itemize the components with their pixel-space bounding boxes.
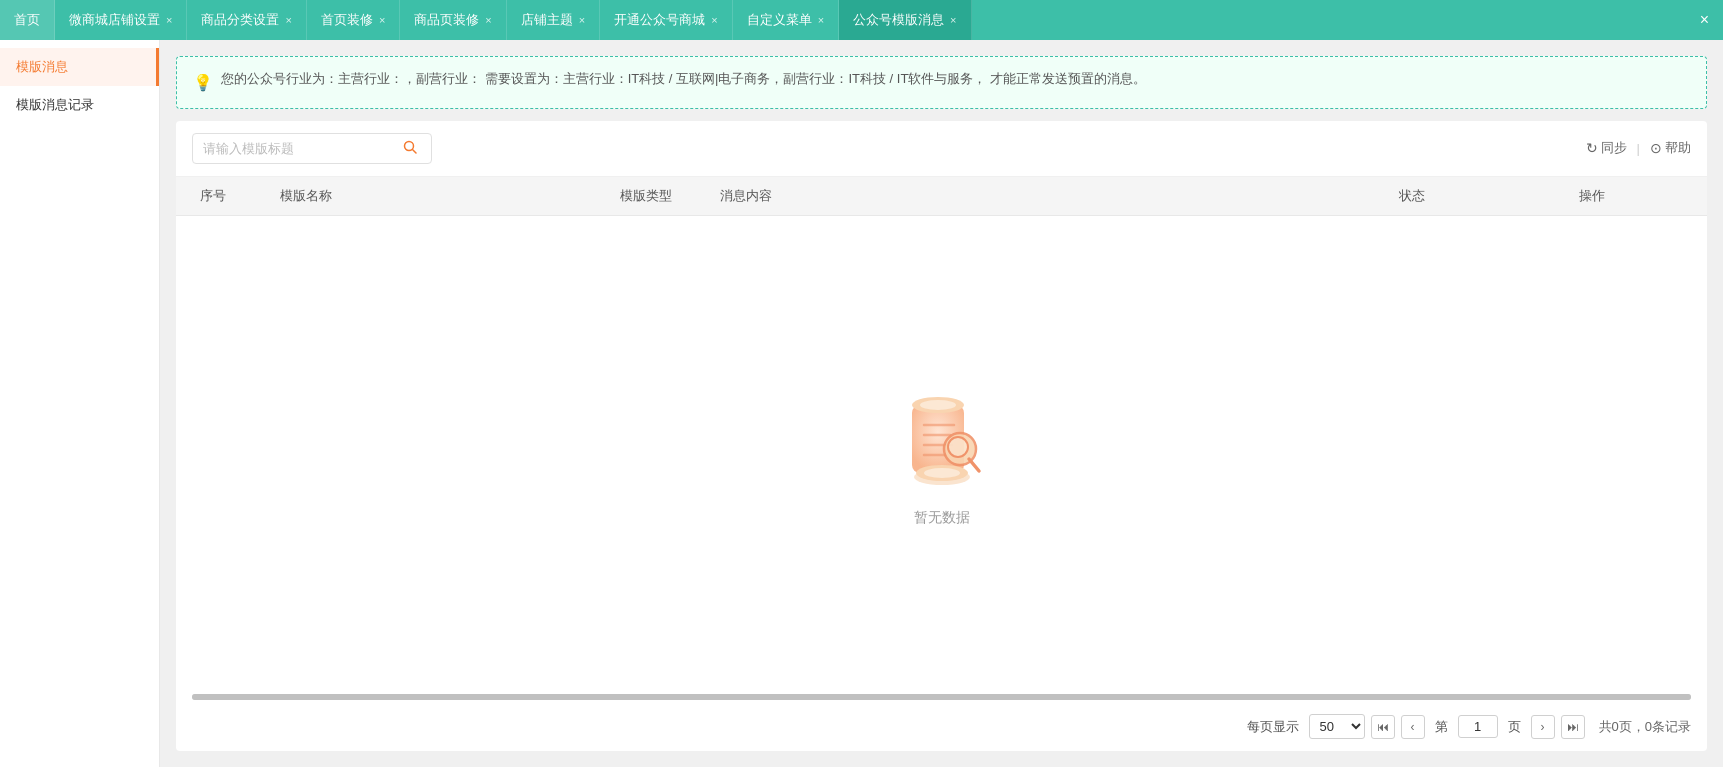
col-header-actions: 操作 [1571, 177, 1691, 215]
toolbar-right: ↻ 同步 | ⊙ 帮助 [1586, 139, 1691, 157]
search-area [192, 133, 432, 164]
help-button[interactable]: ⊙ 帮助 [1650, 139, 1691, 157]
per-page-label: 每页显示 [1247, 718, 1299, 736]
svg-point-13 [948, 437, 968, 457]
svg-point-5 [920, 400, 956, 410]
prev-page-button[interactable]: ‹ [1401, 715, 1425, 739]
col-header-name: 模版名称 [272, 177, 612, 215]
nav-tab-category-settings-close[interactable]: × [285, 14, 291, 26]
nav-tab-custom-menu[interactable]: 自定义菜单 × [733, 0, 839, 40]
sidebar-item-template-message-log-label: 模版消息记录 [16, 97, 94, 112]
nav-tab-home-label: 首页 [14, 11, 40, 29]
search-icon [403, 140, 417, 154]
top-navigation: 首页 微商城店铺设置 × 商品分类设置 × 首页装修 × 商品页装修 × 店铺主… [0, 0, 1723, 40]
nav-tab-custom-menu-close[interactable]: × [818, 14, 824, 26]
help-label: 帮助 [1665, 139, 1691, 157]
svg-line-14 [969, 459, 979, 471]
nav-tab-product-decoration[interactable]: 商品页装修 × [400, 0, 506, 40]
sync-button[interactable]: ↻ 同步 [1586, 139, 1627, 157]
page-input[interactable] [1458, 715, 1498, 738]
col-header-status: 状态 [1391, 177, 1571, 215]
nav-tab-template-message-label: 公众号模版消息 [853, 11, 944, 29]
nav-tab-store-theme[interactable]: 店铺主题 × [507, 0, 600, 40]
search-button[interactable] [393, 134, 427, 163]
nav-tab-template-message[interactable]: 公众号模版消息 × [839, 0, 971, 40]
nav-tab-homepage-decoration-label: 首页装修 [321, 11, 373, 29]
nav-tab-open-mall-label: 开通公众号商城 [614, 11, 705, 29]
col-header-index: 序号 [192, 177, 272, 215]
nav-tab-category-settings[interactable]: 商品分类设置 × [187, 0, 306, 40]
notice-icon: 💡 [193, 70, 213, 96]
notice-box: 💡 您的公众号行业为：主营行业：，副营行业： 需要设置为：主营行业：IT科技 /… [176, 56, 1707, 109]
sidebar-item-template-message-log[interactable]: 模版消息记录 [0, 86, 159, 124]
horizontal-scrollbar[interactable] [192, 694, 1691, 700]
nav-tab-template-message-close[interactable]: × [950, 14, 956, 26]
toolbar: ↻ 同步 | ⊙ 帮助 [176, 121, 1707, 177]
page-label: 第 [1435, 718, 1448, 736]
scrollbar-area [176, 688, 1707, 706]
main-layout: 模版消息 模版消息记录 💡 您的公众号行业为：主营行业：，副营行业： 需要设置为… [0, 40, 1723, 767]
search-input[interactable] [193, 135, 393, 162]
scrollbar-thumb [192, 694, 1691, 700]
sync-label: 同步 [1601, 139, 1627, 157]
notice-text-before: 您的公众号行业为：主营行业：，副营行业： [221, 71, 481, 86]
notice-text-highlight: 需要设置为：主营行业：IT科技 / 互联网|电子商务，副营行业：IT科技 / I… [485, 71, 987, 86]
sync-icon: ↻ [1586, 140, 1598, 156]
nav-tab-product-decoration-close[interactable]: × [485, 14, 491, 26]
next-page-button[interactable]: › [1531, 715, 1555, 739]
nav-tab-homepage-decoration[interactable]: 首页装修 × [307, 0, 400, 40]
close-all-tabs-button[interactable]: × [1686, 11, 1723, 29]
nav-tab-shop-settings-label: 微商城店铺设置 [69, 11, 160, 29]
last-page-button[interactable]: ⏭ [1561, 715, 1585, 739]
page-suffix: 页 [1508, 718, 1521, 736]
col-header-content: 消息内容 [712, 177, 1391, 215]
nav-tab-custom-menu-label: 自定义菜单 [747, 11, 812, 29]
nav-tab-product-decoration-label: 商品页装修 [414, 11, 479, 29]
nav-tab-open-mall[interactable]: 开通公众号商城 × [600, 0, 732, 40]
nav-tab-store-theme-label: 店铺主题 [521, 11, 573, 29]
nav-tab-shop-settings-close[interactable]: × [166, 14, 172, 26]
nav-tab-store-theme-close[interactable]: × [579, 14, 585, 26]
main-content: 💡 您的公众号行业为：主营行业：，副营行业： 需要设置为：主营行业：IT科技 /… [160, 40, 1723, 767]
per-page-select[interactable]: 50 10 20 100 [1309, 714, 1365, 739]
empty-state: 暂无数据 [176, 216, 1707, 688]
content-card: ↻ 同步 | ⊙ 帮助 序号 模版名称 模版类型 消息内容 状态 操作 [176, 121, 1707, 751]
pagination: 每页显示 50 10 20 100 ⏮ ‹ 第 页 › ⏭ 共0页，0条记录 [176, 706, 1707, 751]
col-header-type: 模版类型 [612, 177, 712, 215]
svg-point-7 [924, 468, 960, 478]
total-info: 共0页，0条记录 [1599, 718, 1691, 736]
notice-text: 您的公众号行业为：主营行业：，副营行业： 需要设置为：主营行业：IT科技 / 互… [221, 69, 1146, 90]
empty-text: 暂无数据 [914, 509, 970, 527]
nav-tab-home[interactable]: 首页 [0, 0, 55, 40]
toolbar-divider: | [1637, 141, 1640, 156]
empty-illustration [882, 377, 1002, 497]
sidebar-item-template-message[interactable]: 模版消息 [0, 48, 159, 86]
nav-tab-shop-settings[interactable]: 微商城店铺设置 × [55, 0, 187, 40]
sidebar-item-template-message-label: 模版消息 [16, 59, 68, 74]
notice-text-after: 才能正常发送预置的消息。 [990, 71, 1146, 86]
table-header: 序号 模版名称 模版类型 消息内容 状态 操作 [176, 177, 1707, 216]
sidebar: 模版消息 模版消息记录 [0, 40, 160, 767]
first-page-button[interactable]: ⏮ [1371, 715, 1395, 739]
nav-tab-category-settings-label: 商品分类设置 [201, 11, 279, 29]
svg-line-1 [413, 149, 417, 153]
nav-tab-homepage-decoration-close[interactable]: × [379, 14, 385, 26]
help-icon: ⊙ [1650, 140, 1662, 156]
nav-tab-open-mall-close[interactable]: × [711, 14, 717, 26]
